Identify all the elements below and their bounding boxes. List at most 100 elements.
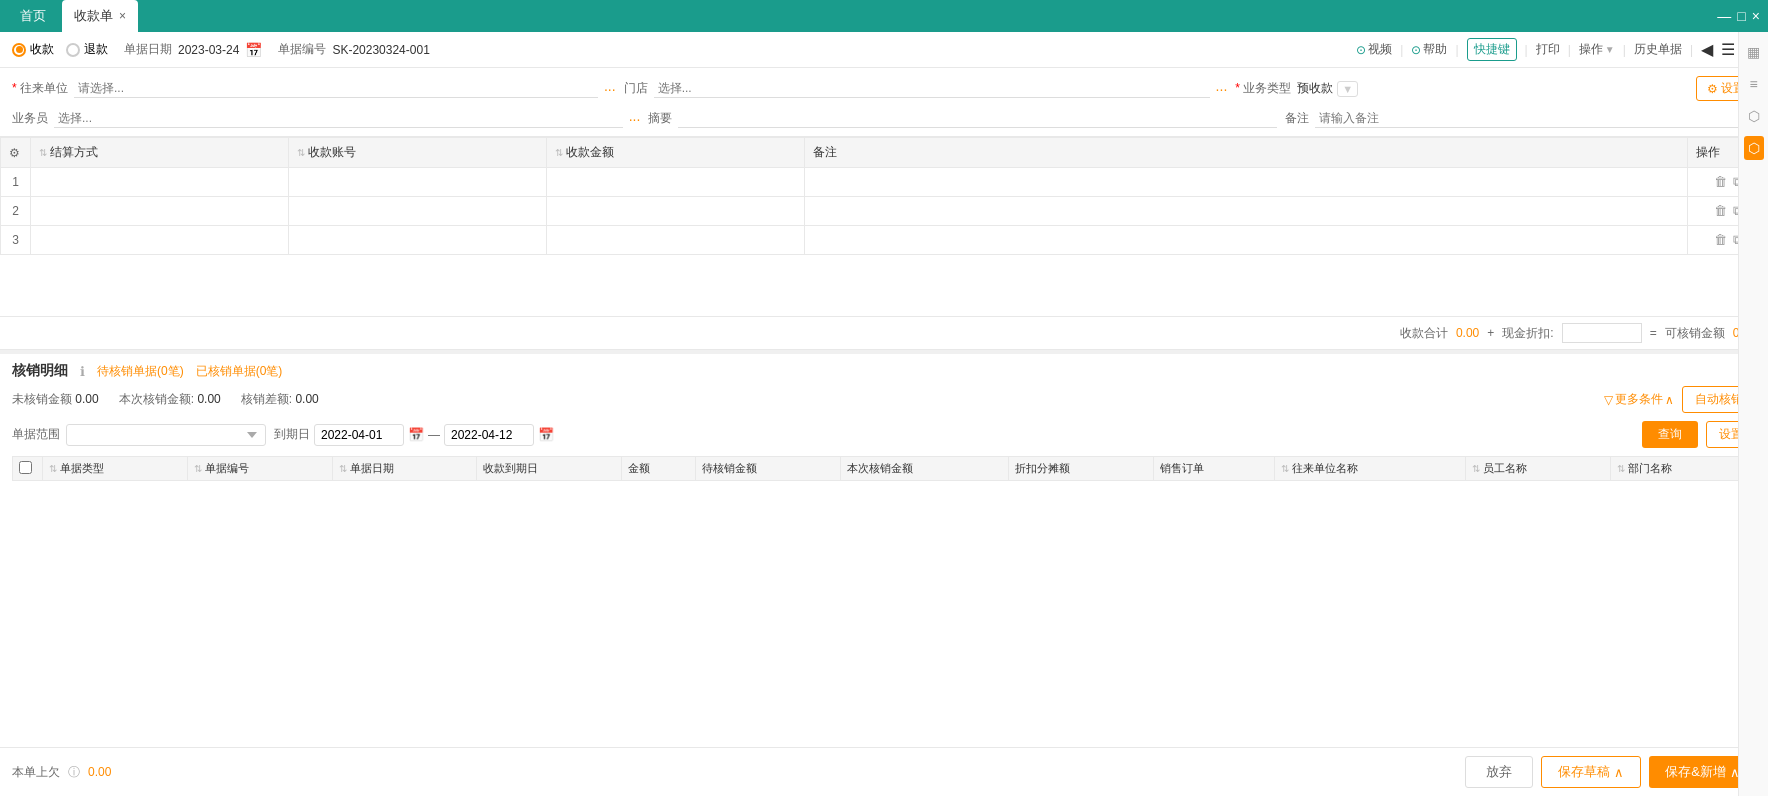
date-from-input[interactable]	[314, 424, 404, 446]
range-select[interactable]	[66, 424, 266, 446]
col-sales-order: 销售订单	[1153, 457, 1274, 481]
sidebar-table-icon[interactable]: ▦	[1743, 40, 1764, 64]
this-order-label: 本单上欠	[12, 764, 60, 781]
writeoff-toolbar-right: ▽ 更多条件 ∧ 自动核销	[1604, 386, 1756, 413]
bottom-bar-right: 放弃 保存草稿 ∧ 保存&新增 ∧	[1465, 756, 1756, 788]
tab-home[interactable]: 首页	[8, 0, 58, 32]
form-row-1: * 往来单位 ··· 门店 ··· * 业务类型 预收款 ▼ ⚙ 设置	[12, 76, 1756, 101]
remark-field: 备注	[1285, 109, 1756, 128]
main-content: 收款 退款 单据日期 2023-03-24 📅 单据编号 SK-20230324…	[0, 32, 1768, 796]
delete-row-2-icon[interactable]: 🗑	[1714, 203, 1727, 219]
delete-row-3-icon[interactable]: 🗑	[1714, 232, 1727, 248]
save-draft-arrow-icon[interactable]: ∧	[1614, 765, 1624, 780]
store-input[interactable]	[654, 79, 1210, 98]
abandon-button[interactable]: 放弃	[1465, 756, 1533, 788]
table-header-amount: ⇅ 收款金额	[546, 138, 804, 168]
more-conditions-link[interactable]: ▽ 更多条件 ∧	[1604, 391, 1674, 408]
summary-row: 收款合计 0.00 + 现金折扣: = 可核销金额 0.00	[0, 317, 1768, 350]
date-from-calendar-icon[interactable]: 📅	[408, 427, 424, 442]
col-partner: ⇅ 往来单位名称	[1274, 457, 1466, 481]
table-row: 2 🗑 ⧉	[1, 197, 1768, 226]
tab-close-icon[interactable]: ×	[119, 9, 126, 23]
summary-input[interactable]	[678, 109, 1276, 128]
col-discount: 折扣分摊额	[1009, 457, 1154, 481]
table-section: ⚙ ⇅ 结算方式 ⇅ 收款账号 ⇅ 收款金额 备注 操作	[0, 137, 1768, 317]
number-field-group: 单据编号 SK-20230324-001	[278, 41, 429, 58]
summary-field: 摘要	[648, 109, 1276, 128]
sidebar-active-icon[interactable]: ⬡	[1744, 136, 1764, 160]
radio-return[interactable]: 退款	[66, 41, 108, 58]
print-link[interactable]: 打印	[1536, 41, 1560, 58]
writeoff-stats: 未核销金额 0.00 本次核销金额: 0.00 核销差额: 0.00 ▽ 更多条…	[12, 386, 1756, 413]
save-draft-button[interactable]: 保存草稿 ∧	[1541, 756, 1641, 788]
table-header-account: ⇅ 收款账号	[288, 138, 546, 168]
close-window-icon[interactable]: ×	[1752, 8, 1760, 24]
form-row-2: 业务员 ··· 摘要 备注	[12, 109, 1756, 128]
calendar-icon[interactable]: 📅	[245, 42, 262, 58]
col-doc-num: ⇅ 单据编号	[187, 457, 332, 481]
staff-field: 业务员 ···	[12, 109, 640, 128]
staff-more-icon[interactable]: ···	[629, 111, 641, 127]
pending-tab[interactable]: 待核销单据(0笔)	[97, 363, 184, 380]
radio-group: 收款 退款	[12, 41, 108, 58]
store-field: 门店 ···	[624, 79, 1228, 98]
maximize-icon[interactable]: □	[1737, 8, 1745, 24]
this-order-value: 0.00	[88, 765, 111, 779]
sidebar-list-icon[interactable]: ≡	[1745, 72, 1761, 96]
writeoff-header: 核销明细 ℹ 待核销单据(0笔) 已核销单据(0笔)	[12, 362, 1756, 380]
store-more-icon[interactable]: ···	[1216, 81, 1228, 97]
radio-receive[interactable]: 收款	[12, 41, 54, 58]
date-field-group: 单据日期 2023-03-24 📅	[124, 41, 262, 58]
table-gear-icon[interactable]: ⚙	[9, 146, 20, 160]
video-link[interactable]: ⊙ 视频	[1356, 41, 1392, 58]
date-to-calendar-icon[interactable]: 📅	[538, 427, 554, 442]
col-current: 本次核销金额	[840, 457, 1008, 481]
table-header-settings: ⚙	[1, 138, 31, 168]
quickkey-button[interactable]: 快捷键	[1467, 38, 1517, 61]
table-header-settlement: ⇅ 结算方式	[31, 138, 289, 168]
col-department: ⇅ 部门名称	[1611, 457, 1756, 481]
sidebar-link-icon[interactable]: ⬡	[1744, 104, 1764, 128]
help-link[interactable]: ⊙ 帮助	[1411, 41, 1447, 58]
partner-field: * 往来单位 ···	[12, 79, 616, 98]
chevron-up-icon: ∧	[1665, 393, 1674, 407]
minimize-icon[interactable]: —	[1717, 8, 1731, 24]
menu-icon[interactable]: ◀	[1701, 40, 1713, 59]
col-amount: 金额	[621, 457, 695, 481]
toolbar-row: 收款 退款 单据日期 2023-03-24 📅 单据编号 SK-20230324…	[0, 32, 1768, 68]
table-select-all[interactable]	[19, 461, 32, 474]
table-row: 1 🗑 ⧉	[1, 168, 1768, 197]
remark-input[interactable]	[1315, 109, 1756, 128]
writeoff-toolbar: 单据范围 到期日 📅 — 📅 查询 设置	[12, 421, 1756, 448]
operation-link[interactable]: 操作 ▼	[1579, 41, 1615, 58]
gear-settings-icon: ⚙	[1707, 82, 1718, 96]
writeoff-info-icon[interactable]: ℹ	[80, 364, 85, 379]
history-link[interactable]: 历史单据	[1634, 41, 1682, 58]
completed-tab[interactable]: 已核销单据(0笔)	[196, 363, 283, 380]
col-doc-date: ⇅ 单据日期	[332, 457, 477, 481]
bottom-table: ⇅ 单据类型 ⇅ 单据编号 ⇅ 单据日期 收款到期日 金额 待核销金额 本次核销…	[12, 456, 1756, 481]
staff-input[interactable]	[54, 109, 623, 128]
delete-row-1-icon[interactable]: 🗑	[1714, 174, 1727, 190]
business-type-field: * 业务类型 预收款 ▼	[1235, 80, 1688, 97]
query-button[interactable]: 查询	[1642, 421, 1698, 448]
window-controls: — □ ×	[1717, 8, 1760, 24]
col-doc-type: ⇅ 单据类型	[43, 457, 188, 481]
right-sidebar: ▦ ≡ ⬡ ⬡	[1738, 32, 1768, 796]
tab-active[interactable]: 收款单 ×	[62, 0, 138, 32]
table-row: 3 🗑 ⧉	[1, 226, 1768, 255]
partner-more-icon[interactable]: ···	[604, 81, 616, 97]
discount-input[interactable]	[1562, 323, 1642, 343]
bottom-table-section: ⇅ 单据类型 ⇅ 单据编号 ⇅ 单据日期 收款到期日 金额 待核销金额 本次核销…	[12, 456, 1756, 481]
date-to-input[interactable]	[444, 424, 534, 446]
tab-bar: 首页 收款单 × — □ ×	[0, 0, 1768, 32]
col-pending: 待核销金额	[696, 457, 841, 481]
business-type-select[interactable]: 预收款 ▼	[1297, 80, 1688, 97]
form-section: * 往来单位 ··· 门店 ··· * 业务类型 预收款 ▼ ⚙ 设置	[0, 68, 1768, 137]
business-dropdown-icon[interactable]: ▼	[1337, 81, 1358, 97]
items-table: ⚙ ⇅ 结算方式 ⇅ 收款账号 ⇅ 收款金额 备注 操作	[0, 137, 1768, 255]
table-header-remark: 备注	[804, 138, 1688, 168]
bottom-bar: 本单上欠 ⓘ 0.00 放弃 保存草稿 ∧ 保存&新增 ∧	[0, 747, 1768, 796]
partner-input[interactable]	[74, 79, 598, 98]
layout-icon[interactable]: ☰	[1721, 40, 1735, 59]
